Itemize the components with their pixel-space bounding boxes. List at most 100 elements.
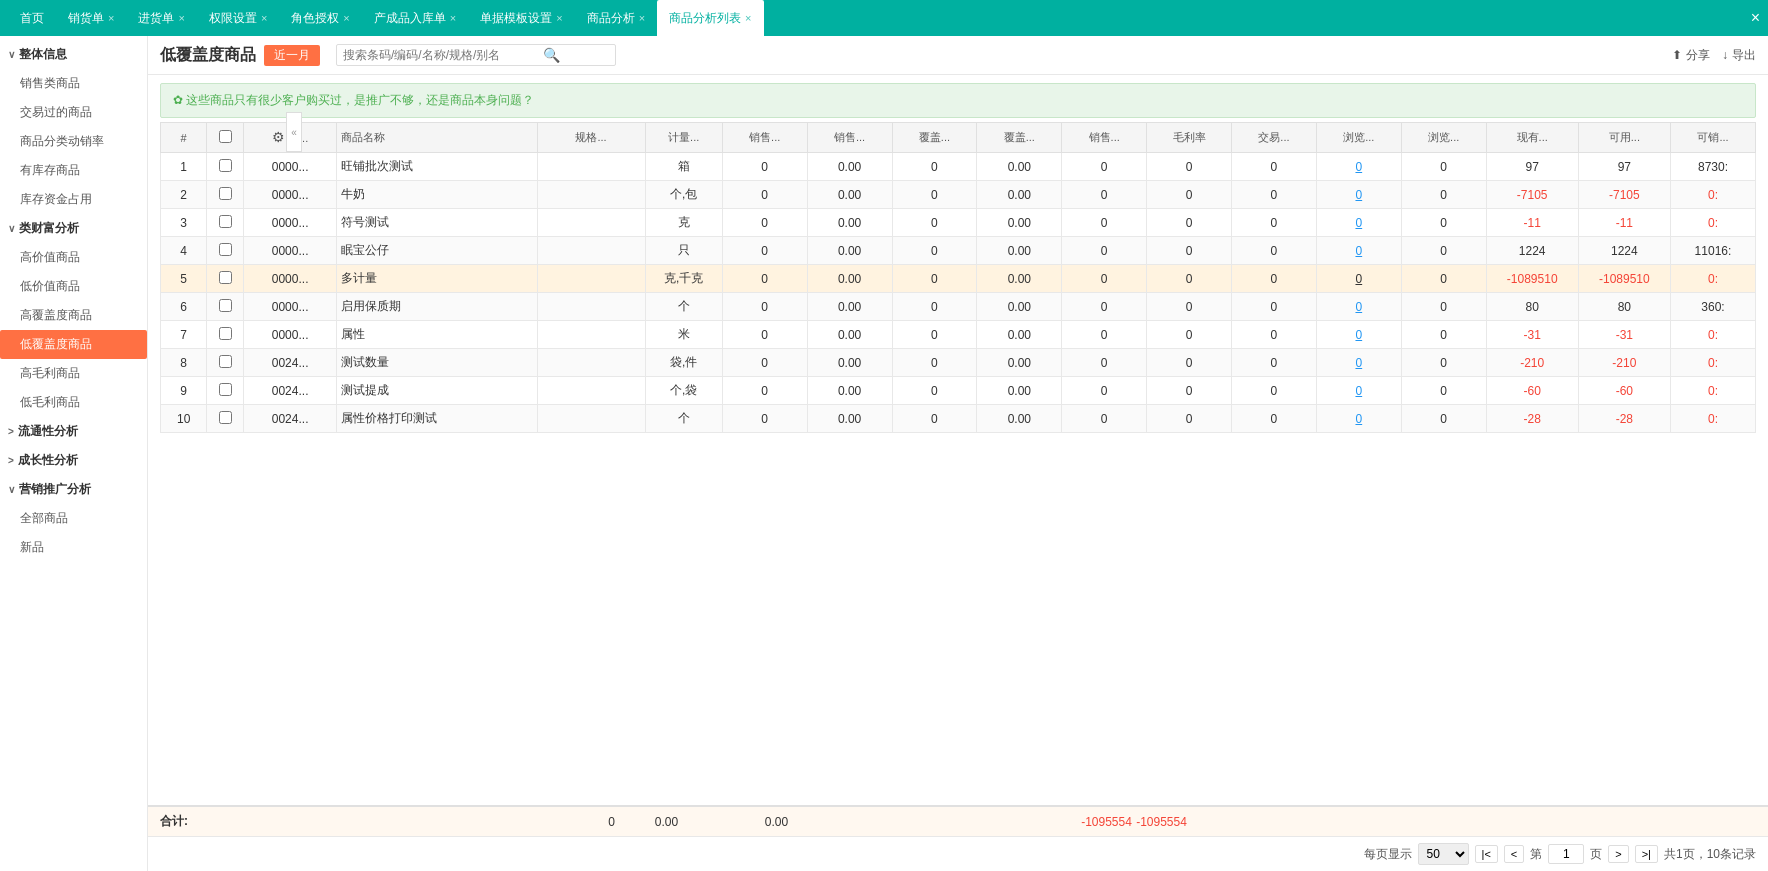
nav-home[interactable]: 首页	[8, 0, 56, 36]
col-header-name: 商品名称	[336, 123, 537, 153]
cell-spec	[537, 321, 645, 349]
search-input[interactable]	[343, 48, 543, 62]
cell-sales-qty: 0	[722, 349, 807, 377]
sidebar-collapse-button[interactable]: «	[286, 112, 302, 152]
sidebar-item-high-margin[interactable]: 高毛利商品	[0, 359, 147, 388]
cell-browse1[interactable]: 0	[1316, 237, 1401, 265]
row-checkbox[interactable]	[219, 383, 232, 396]
cell-check[interactable]	[207, 321, 244, 349]
first-page-button[interactable]: |<	[1475, 845, 1498, 863]
row-checkbox[interactable]	[219, 215, 232, 228]
cell-check[interactable]	[207, 377, 244, 405]
cell-check[interactable]	[207, 265, 244, 293]
sidebar-item-traded-goods[interactable]: 交易过的商品	[0, 98, 147, 127]
last-page-button[interactable]: >|	[1635, 845, 1658, 863]
cell-browse1[interactable]: 0	[1316, 321, 1401, 349]
nav-close-icon[interactable]: ×	[108, 12, 114, 24]
nav-close-active-icon[interactable]: ×	[745, 12, 751, 24]
nav-template-settings[interactable]: 单据模板设置 ×	[468, 0, 574, 36]
export-button[interactable]: ↓ 导出	[1722, 47, 1756, 64]
cell-browse1[interactable]: 0	[1316, 293, 1401, 321]
nav-close-icon[interactable]: ×	[556, 12, 562, 24]
settings-icon[interactable]: ⚙	[272, 129, 285, 145]
nav-close-icon[interactable]: ×	[639, 12, 645, 24]
cell-check[interactable]	[207, 153, 244, 181]
nav-product-analysis-list[interactable]: 商品分析列表 ×	[657, 0, 763, 36]
cell-sales-qty: 0	[722, 321, 807, 349]
cell-code: 0024...	[244, 405, 337, 433]
nav-close-icon[interactable]: ×	[178, 12, 184, 24]
nav-permission[interactable]: 权限设置 ×	[197, 0, 279, 36]
sidebar-item-sales-goods[interactable]: 销售类商品	[0, 69, 147, 98]
info-banner: ✿ 这些商品只有很少客户购买过，是推广不够，还是商品本身问题？	[160, 83, 1756, 118]
row-checkbox[interactable]	[219, 159, 232, 172]
select-all-checkbox[interactable]	[219, 130, 232, 143]
sidebar-section-wealth[interactable]: ∨ 类财富分析	[0, 214, 147, 243]
section-arrow-icon: ∨	[8, 223, 15, 234]
cell-current: -1089510	[1486, 265, 1578, 293]
cell-check[interactable]	[207, 209, 244, 237]
cell-name: 符号测试	[336, 209, 537, 237]
nav-close-icon[interactable]: ×	[343, 12, 349, 24]
cell-sales3: 0	[1062, 265, 1147, 293]
share-button[interactable]: ⬆ 分享	[1672, 47, 1710, 64]
cell-saleable: 360:	[1670, 293, 1755, 321]
sidebar-item-stock-goods[interactable]: 有库存商品	[0, 156, 147, 185]
sidebar-section-overall[interactable]: ∨ 整体信息	[0, 40, 147, 69]
nav-close-icon[interactable]: ×	[450, 12, 456, 24]
cell-browse1[interactable]: 0	[1316, 405, 1401, 433]
cell-spec	[537, 293, 645, 321]
cell-check[interactable]	[207, 237, 244, 265]
row-checkbox[interactable]	[219, 355, 232, 368]
prev-page-button[interactable]: <	[1504, 845, 1524, 863]
cell-browse1[interactable]: 0	[1316, 181, 1401, 209]
sidebar-section-marketing[interactable]: ∨ 营销推广分析	[0, 475, 147, 504]
nav-finished-goods[interactable]: 产成品入库单 ×	[362, 0, 468, 36]
row-checkbox[interactable]	[219, 271, 232, 284]
cell-cover2: 0.00	[977, 377, 1062, 405]
per-page-label: 每页显示	[1364, 846, 1412, 863]
cell-gross-margin: 0	[1147, 377, 1232, 405]
filter-period-button[interactable]: 近一月	[264, 45, 320, 66]
sidebar-item-high-coverage[interactable]: 高覆盖度商品	[0, 301, 147, 330]
sidebar-item-high-value[interactable]: 高价值商品	[0, 243, 147, 272]
cell-spec	[537, 349, 645, 377]
cell-check[interactable]	[207, 405, 244, 433]
cell-sales3: 0	[1062, 293, 1147, 321]
sidebar-item-low-coverage[interactable]: 低覆盖度商品	[0, 330, 147, 359]
sidebar-item-new-goods[interactable]: 新品	[0, 533, 147, 562]
cell-browse1[interactable]: 0	[1316, 153, 1401, 181]
cell-check[interactable]	[207, 349, 244, 377]
nav-close-icon[interactable]: ×	[261, 12, 267, 24]
nav-purchase-order[interactable]: 进货单 ×	[126, 0, 196, 36]
cell-gross-margin: 0	[1147, 405, 1232, 433]
table-row: 2 0000... 牛奶 个,包 0 0.00 0 0.00 0 0 0 0 0…	[161, 181, 1756, 209]
sidebar-item-category-rate[interactable]: 商品分类动销率	[0, 127, 147, 156]
per-page-select[interactable]: 50 100 200	[1418, 843, 1469, 865]
row-checkbox[interactable]	[219, 299, 232, 312]
nav-role-auth[interactable]: 角色授权 ×	[279, 0, 361, 36]
nav-product-analysis[interactable]: 商品分析 ×	[575, 0, 657, 36]
sidebar-item-stock-capital[interactable]: 库存资金占用	[0, 185, 147, 214]
cell-browse1[interactable]: 0	[1316, 265, 1401, 293]
sidebar-item-low-margin[interactable]: 低毛利商品	[0, 388, 147, 417]
row-checkbox[interactable]	[219, 243, 232, 256]
sidebar-item-low-value[interactable]: 低价值商品	[0, 272, 147, 301]
sidebar-section-growth[interactable]: > 成长性分析	[0, 446, 147, 475]
row-checkbox[interactable]	[219, 411, 232, 424]
sidebar-item-all-goods[interactable]: 全部商品	[0, 504, 147, 533]
close-all-tabs-button[interactable]: ×	[1751, 9, 1760, 27]
cell-browse1[interactable]: 0	[1316, 349, 1401, 377]
cell-trade: 0	[1232, 265, 1317, 293]
next-page-button[interactable]: >	[1608, 845, 1628, 863]
row-checkbox[interactable]	[219, 187, 232, 200]
sidebar-section-liquidity[interactable]: > 流通性分析	[0, 417, 147, 446]
search-icon[interactable]: 🔍	[543, 47, 560, 63]
cell-browse1[interactable]: 0	[1316, 209, 1401, 237]
cell-browse1[interactable]: 0	[1316, 377, 1401, 405]
cell-check[interactable]	[207, 293, 244, 321]
cell-check[interactable]	[207, 181, 244, 209]
row-checkbox[interactable]	[219, 327, 232, 340]
page-number-input[interactable]	[1548, 844, 1584, 864]
nav-sales-order[interactable]: 销货单 ×	[56, 0, 126, 36]
